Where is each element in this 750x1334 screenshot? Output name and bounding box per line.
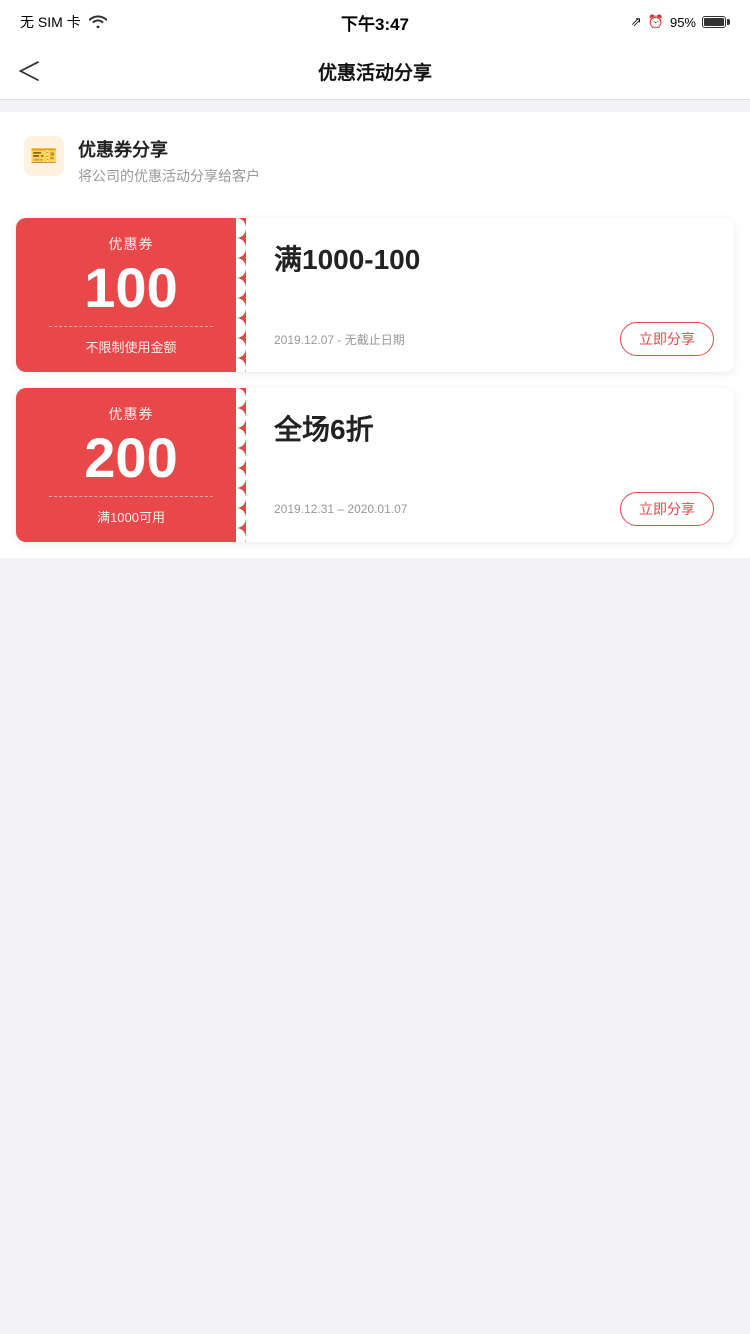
coupon-name-2: 全场6折 (274, 408, 714, 448)
section-text: 优惠券分享 将公司的优惠活动分享给客户 (78, 136, 260, 186)
coupon-stub-value-2: 200 (84, 430, 177, 486)
coupon-stub-label-1: 优惠券 (109, 234, 154, 254)
coupon-share-button-1[interactable]: 立即分享 (620, 322, 714, 356)
coupon-condition-1: 不限制使用金额 (85, 337, 176, 356)
coupon-name-1: 满1000-100 (274, 238, 714, 278)
status-time: 下午3:47 (341, 10, 409, 35)
coupon-stub-1: 优惠券 100 不限制使用金额 (16, 218, 246, 372)
coupon-date-2: 2019.12.31 – 2020.01.07 (274, 502, 407, 516)
coupon-card-2: 优惠券 200 满1000可用 全场6折 2019.12.31 – 2020.0… (16, 388, 734, 542)
battery-percent: 95% (670, 15, 696, 30)
location-icon: ⇗ (631, 14, 642, 30)
coupon-bottom-1: 2019.12.07 - 无截止日期 立即分享 (274, 322, 714, 356)
signal-label: 无 SIM 卡 (20, 12, 81, 32)
nav-title: 优惠活动分享 (318, 58, 432, 85)
coupon-divider-1 (49, 326, 214, 327)
section-header: 🎫 优惠券分享 将公司的优惠活动分享给客户 (0, 112, 750, 202)
coupon-bottom-2: 2019.12.31 – 2020.01.07 立即分享 (274, 492, 714, 526)
coupon-list: 优惠券 100 不限制使用金额 满1000-100 2019.12.07 - 无… (0, 202, 750, 558)
status-bar: 无 SIM 卡 下午3:47 ⇗ ⏰ 95% (0, 0, 750, 44)
section-title: 优惠券分享 (78, 136, 260, 162)
coupon-detail-2: 全场6折 2019.12.31 – 2020.01.07 立即分享 (246, 388, 734, 542)
battery-icon (702, 16, 730, 28)
section-subtitle: 将公司的优惠活动分享给客户 (78, 166, 260, 186)
empty-area (0, 558, 750, 1138)
coupon-condition-2: 满1000可用 (97, 507, 165, 526)
coupon-divider-2 (49, 496, 214, 497)
coupon-card-1: 优惠券 100 不限制使用金额 满1000-100 2019.12.07 - 无… (16, 218, 734, 372)
status-right: ⇗ ⏰ 95% (631, 14, 730, 30)
nav-bar: ＜ 优惠活动分享 (0, 44, 750, 100)
coupon-stub-2: 优惠券 200 满1000可用 (16, 388, 246, 542)
coupon-stub-label-2: 优惠券 (109, 404, 154, 424)
section-icon: 🎫 (24, 136, 64, 176)
status-left: 无 SIM 卡 (20, 12, 107, 32)
coupon-detail-1: 满1000-100 2019.12.07 - 无截止日期 立即分享 (246, 218, 734, 372)
alarm-icon: ⏰ (648, 14, 664, 30)
wifi-icon (89, 14, 107, 31)
coupon-share-button-2[interactable]: 立即分享 (620, 492, 714, 526)
back-button[interactable]: ＜ (16, 59, 42, 85)
coupon-date-1: 2019.12.07 - 无截止日期 (274, 331, 405, 348)
coupon-stub-value-1: 100 (84, 260, 177, 316)
